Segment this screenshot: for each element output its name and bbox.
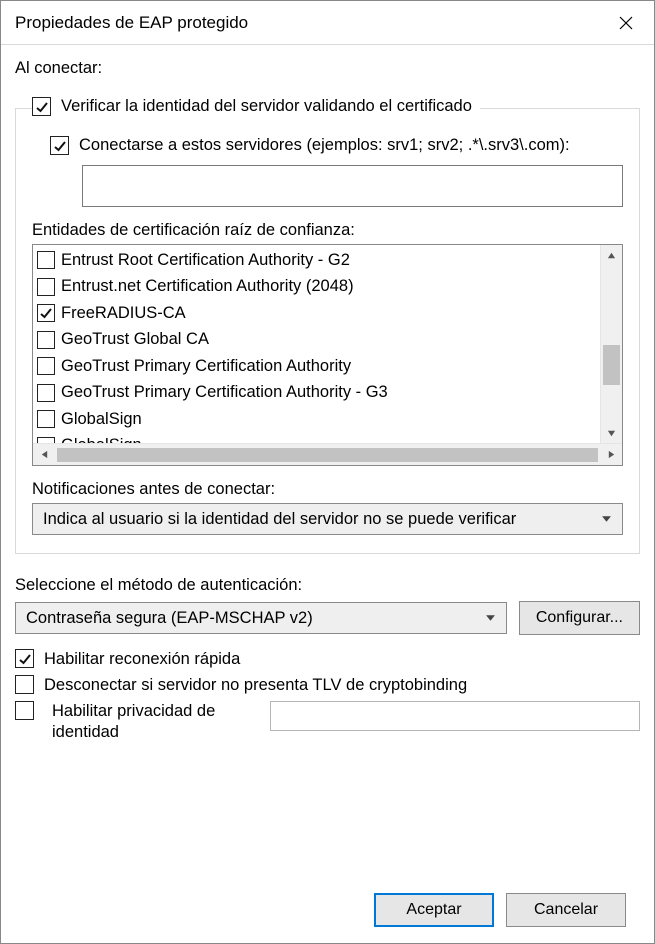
ca-item-label: GeoTrust Global CA — [61, 330, 209, 349]
disconnect-tlv-checkbox[interactable] — [15, 675, 34, 694]
ca-list-item[interactable]: FreeRADIUS-CA — [37, 300, 600, 327]
notify-value: Indica al usuario si la identidad del se… — [43, 510, 516, 529]
identity-privacy-checkbox[interactable] — [15, 701, 34, 720]
identity-privacy-label: Habilitar privacidad de identidad — [52, 701, 262, 742]
auth-method-combo[interactable]: Contraseña segura (EAP-MSCHAP v2) — [15, 602, 507, 634]
ca-list-item[interactable]: GeoTrust Primary Certification Authority — [37, 353, 600, 380]
ca-list-item[interactable]: GeoTrust Global CA — [37, 327, 600, 354]
close-icon — [619, 16, 633, 30]
trusted-ca-list-content: Entrust Root Certification Authority - G… — [33, 245, 622, 443]
configure-button[interactable]: Configurar... — [519, 601, 640, 635]
ca-list-item[interactable]: GeoTrust Primary Certification Authority… — [37, 380, 600, 407]
chevron-right-icon — [607, 450, 616, 459]
verify-cert-label: Verificar la identidad del servidor vali… — [61, 97, 472, 116]
check-icon — [39, 306, 53, 320]
ca-item-label: Entrust.net Certification Authority (204… — [61, 277, 354, 296]
ca-list-item[interactable]: Entrust Root Certification Authority - G… — [37, 247, 600, 274]
ca-item-checkbox[interactable] — [37, 251, 55, 269]
verify-cert-row: Verificar la identidad del servidor vali… — [32, 97, 480, 116]
dialog-footer: Aceptar Cancelar — [15, 875, 640, 943]
check-icon — [18, 652, 32, 666]
fast-reconnect-label: Habilitar reconexión rápida — [44, 649, 240, 669]
connect-header: Al conectar: — [15, 59, 640, 78]
verify-cert-checkbox[interactable] — [32, 97, 51, 116]
disconnect-tlv-row: Desconectar si servidor no presenta TLV … — [15, 675, 640, 695]
identity-privacy-input[interactable] — [270, 701, 640, 731]
cancel-button[interactable]: Cancelar — [506, 893, 626, 927]
fast-reconnect-row: Habilitar reconexión rápida — [15, 649, 640, 669]
scroll-left-button[interactable] — [33, 444, 55, 465]
servers-input[interactable] — [82, 165, 623, 207]
titlebar: Propiedades de EAP protegido — [1, 1, 654, 45]
auth-row: Contraseña segura (EAP-MSCHAP v2) Config… — [15, 601, 640, 635]
connect-group: Verificar la identidad del servidor vali… — [15, 108, 640, 554]
trusted-ca-label: Entidades de certificación raíz de confi… — [32, 221, 623, 240]
chevron-down-icon — [607, 429, 616, 438]
ca-item-checkbox[interactable] — [37, 410, 55, 428]
ca-list-item[interactable]: GlobalSign — [37, 433, 600, 444]
fast-reconnect-checkbox[interactable] — [15, 649, 34, 668]
dialog-body: Al conectar: Verificar la identidad del … — [1, 45, 654, 943]
ca-item-label: Entrust Root Certification Authority - G… — [61, 251, 350, 270]
window-title: Propiedades de EAP protegido — [15, 13, 248, 33]
ca-item-checkbox[interactable] — [37, 278, 55, 296]
notify-combo[interactable]: Indica al usuario si la identidad del se… — [32, 503, 623, 535]
ok-button[interactable]: Aceptar — [374, 893, 494, 927]
notify-label: Notificaciones antes de conectar: — [32, 480, 623, 499]
check-icon — [35, 100, 49, 114]
chevron-down-icon — [601, 510, 612, 529]
ca-item-label: GlobalSign — [61, 436, 142, 443]
peap-properties-dialog: Propiedades de EAP protegido Al conectar… — [0, 0, 655, 944]
hscroll-thumb[interactable] — [57, 448, 598, 462]
disconnect-tlv-label: Desconectar si servidor no presenta TLV … — [44, 675, 467, 695]
ca-item-checkbox[interactable] — [37, 357, 55, 375]
auth-label: Seleccione el método de autenticación: — [15, 576, 640, 595]
ca-item-label: GeoTrust Primary Certification Authority… — [61, 383, 388, 402]
ca-item-checkbox[interactable] — [37, 304, 55, 322]
check-icon — [53, 139, 67, 153]
servers-input-wrap — [82, 155, 623, 207]
trusted-ca-list[interactable]: Entrust Root Certification Authority - G… — [32, 244, 623, 466]
scroll-down-button[interactable] — [601, 423, 622, 443]
chevron-down-icon — [485, 609, 496, 628]
ca-item-label: GlobalSign — [61, 410, 142, 429]
scroll-up-button[interactable] — [601, 245, 622, 265]
ca-item-label: FreeRADIUS-CA — [61, 304, 186, 323]
ca-item-checkbox[interactable] — [37, 384, 55, 402]
chevron-up-icon — [607, 251, 616, 260]
options: Habilitar reconexión rápida Desconectar … — [15, 649, 640, 742]
scroll-right-button[interactable] — [600, 444, 622, 465]
vertical-scrollbar[interactable] — [600, 245, 622, 443]
ca-item-checkbox[interactable] — [37, 331, 55, 349]
chevron-left-icon — [40, 450, 49, 459]
auth-method-value: Contraseña segura (EAP-MSCHAP v2) — [26, 609, 313, 628]
ca-list-item[interactable]: Entrust.net Certification Authority (204… — [37, 274, 600, 301]
horizontal-scrollbar[interactable] — [33, 443, 622, 465]
scroll-thumb[interactable] — [603, 345, 620, 385]
connect-servers-label: Conectarse a estos servidores (ejemplos:… — [79, 136, 570, 155]
connect-servers-checkbox[interactable] — [50, 136, 69, 155]
identity-privacy-row: Habilitar privacidad de identidad — [15, 701, 640, 742]
connect-servers-row: Conectarse a estos servidores (ejemplos:… — [50, 136, 623, 155]
close-button[interactable] — [612, 9, 640, 37]
ca-list-item[interactable]: GlobalSign — [37, 406, 600, 433]
ca-item-label: GeoTrust Primary Certification Authority — [61, 357, 351, 376]
